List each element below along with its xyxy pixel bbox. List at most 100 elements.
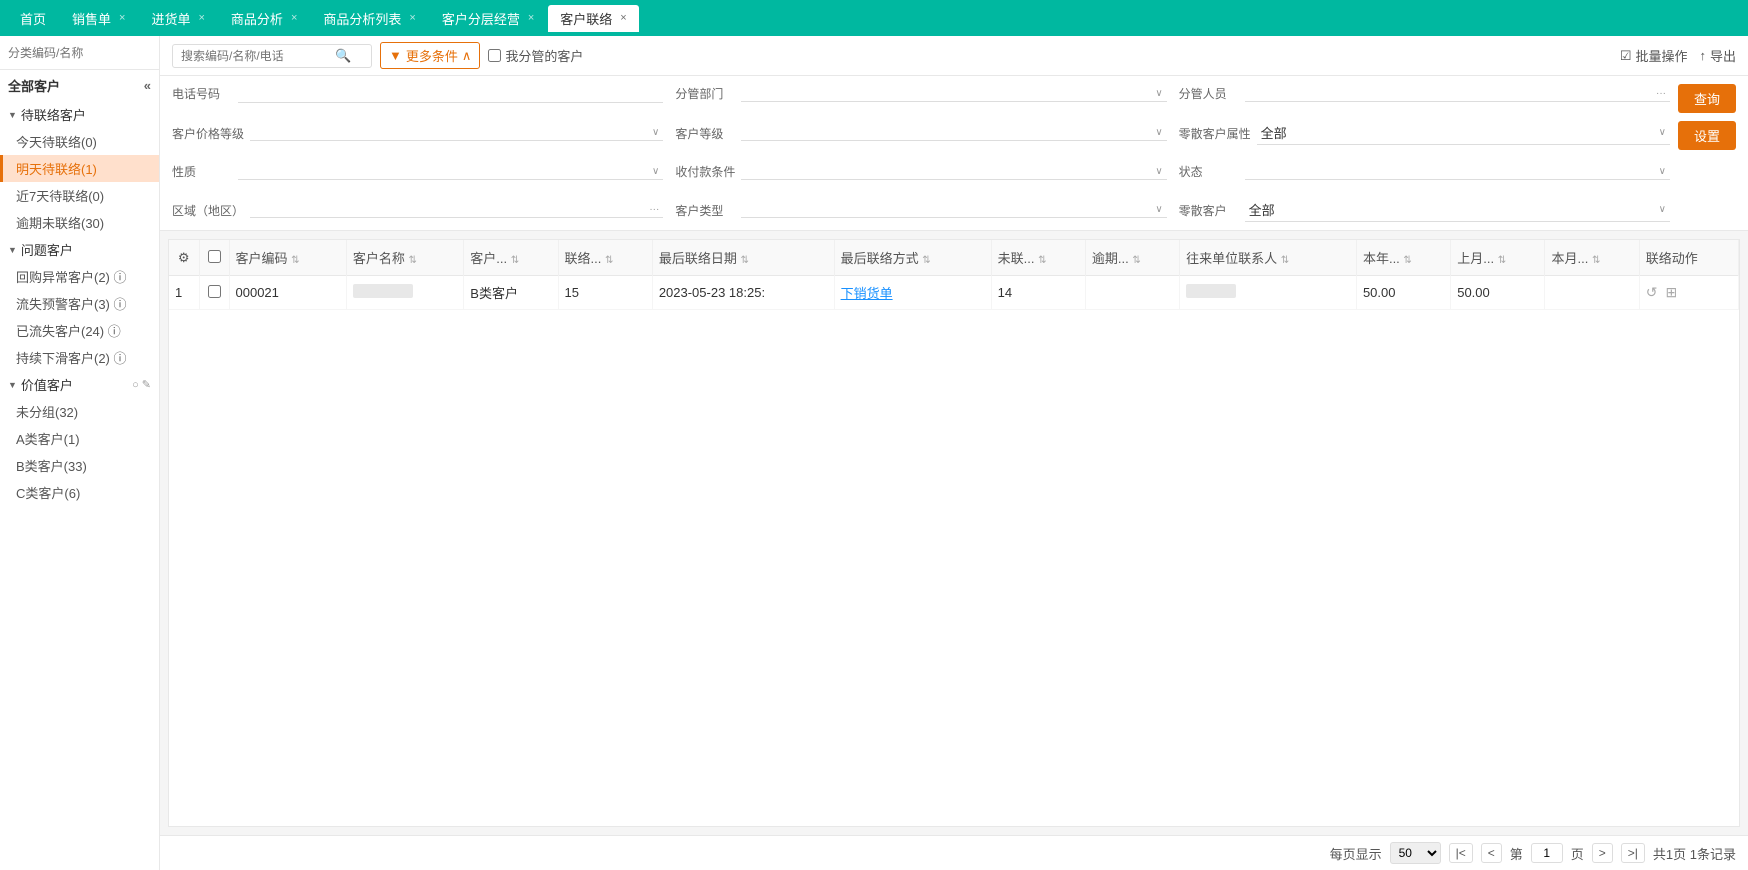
more-conditions-button[interactable]: ▼ 更多条件 ∧ <box>380 42 480 69</box>
batch-operation-button[interactable]: ☑ 批量操作 <box>1620 46 1688 65</box>
filter-status: 状态 ∨ <box>1179 163 1670 180</box>
cell-last-method[interactable]: 下销货单 <box>834 276 991 310</box>
close-analysis-tab-icon[interactable]: × <box>291 12 297 24</box>
retail-customer-select[interactable]: 全部 ∨ <box>1245 198 1670 222</box>
content-area: 🔍 ▼ 更多条件 ∧ 我分管的客户 ☑ 批量操作 ↑ 导出 <box>160 36 1748 870</box>
main-layout: 🔍 全部客户 « 待联络客户 今天待联络(0) 明天待联络(1) 近7天待联络(… <box>0 36 1748 870</box>
area-select[interactable]: ··· <box>250 202 663 218</box>
nature-arrow: ∨ <box>652 166 659 177</box>
sidebar-item-7day-pending[interactable]: 近7天待联络(0) <box>0 182 159 209</box>
person-select[interactable]: ··· <box>1245 86 1670 102</box>
col-code[interactable]: 客户编码 ⇅ <box>229 240 346 276</box>
cell-type: B类客户 <box>464 276 558 310</box>
col-last-month[interactable]: 上月... ⇅ <box>1451 240 1545 276</box>
table-footer: 每页显示 50 100 200 |< < 第 页 > >| 共1页 1条记录 <box>160 835 1748 870</box>
retail-attr-select[interactable]: 全部 ∨ <box>1257 121 1670 145</box>
nav-tab-analysis[interactable]: 商品分析 × <box>219 5 309 32</box>
per-page-select[interactable]: 50 100 200 <box>1390 842 1441 864</box>
select-all-checkbox[interactable] <box>208 250 221 263</box>
col-checkbox-header[interactable] <box>199 240 229 276</box>
filter-row-4: 区域（地区） ··· 客户类型 ∨ <box>172 198 1670 222</box>
sidebar-group-pending[interactable]: 待联络客户 <box>0 101 159 128</box>
sidebar-item-class-c[interactable]: C类客户(6) <box>0 479 159 506</box>
col-not-contacted[interactable]: 未联... ⇅ <box>991 240 1085 276</box>
settings-button[interactable]: 设置 <box>1678 121 1736 150</box>
col-type[interactable]: 客户... ⇅ <box>464 240 558 276</box>
price-level-label: 客户价格等级 <box>172 125 244 142</box>
sidebar-item-churned[interactable]: 已流失客户(24) ⓘ <box>0 317 159 344</box>
nav-tab-purchase[interactable]: 进货单 × <box>139 5 216 32</box>
search-input[interactable] <box>181 49 331 63</box>
per-page-label: 每页显示 <box>1330 844 1382 863</box>
nav-tab-customer-contact[interactable]: 客户联络 × <box>548 5 638 32</box>
my-customers-check[interactable] <box>488 49 501 62</box>
page-number-input[interactable] <box>1531 843 1563 863</box>
nav-tab-analysis-list[interactable]: 商品分析列表 × <box>311 5 427 32</box>
filter-row-1: 电话号码 分管部门 ∨ 分管人员 <box>172 84 1670 103</box>
col-name[interactable]: 客户名称 ⇅ <box>346 240 463 276</box>
query-button[interactable]: 查询 <box>1678 84 1736 113</box>
search-container: 🔍 <box>172 44 372 68</box>
sidebar-item-ungrouped[interactable]: 未分组(32) <box>0 398 159 425</box>
sidebar-item-overdue-pending[interactable]: 逾期未联络(30) <box>0 209 159 236</box>
col-overdue[interactable]: 逾期... ⇅ <box>1085 240 1179 276</box>
cell-not-contacted: 14 <box>991 276 1085 310</box>
phone-input[interactable] <box>238 84 663 103</box>
customer-level-select[interactable]: ∨ <box>741 125 1166 141</box>
area-label: 区域（地区） <box>172 202 244 219</box>
refresh-action-icon[interactable]: ↺ <box>1646 284 1658 301</box>
next-page-button[interactable]: > <box>1592 843 1613 863</box>
sidebar-group-value[interactable]: 价值客户 ○ ✎ <box>0 371 159 398</box>
price-level-arrow: ∨ <box>652 127 659 138</box>
col-settings[interactable]: ⚙ <box>169 240 199 276</box>
last-page-button[interactable]: >| <box>1621 843 1645 863</box>
sidebar-item-tomorrow-pending[interactable]: 明天待联络(1) <box>0 155 159 182</box>
sidebar-all-customers[interactable]: 全部客户 « <box>0 70 159 101</box>
top-navigation: 首页 销售单 × 进货单 × 商品分析 × 商品分析列表 × 客户分层经营 × … <box>0 0 1748 36</box>
filter-price-level: 客户价格等级 ∨ <box>172 125 663 142</box>
col-this-year[interactable]: 本年... ⇅ <box>1356 240 1450 276</box>
nav-tab-sales[interactable]: 销售单 × <box>60 5 137 32</box>
col-contact[interactable]: 联络... ⇅ <box>558 240 652 276</box>
sidebar-item-class-b[interactable]: B类客户(33) <box>0 452 159 479</box>
price-level-select[interactable]: ∨ <box>250 125 663 141</box>
export-icon: ↑ <box>1699 48 1706 63</box>
close-analysis-list-tab-icon[interactable]: × <box>409 12 415 24</box>
sidebar-collapse-icon[interactable]: « <box>144 78 151 93</box>
sidebar-item-churn-warning[interactable]: 流失预警客户(3) ⓘ <box>0 290 159 317</box>
sidebar-search-input[interactable] <box>8 46 160 60</box>
sidebar-item-class-a[interactable]: A类客户(1) <box>0 425 159 452</box>
sidebar-item-today-pending[interactable]: 今天待联络(0) <box>0 128 159 155</box>
nav-home[interactable]: 首页 <box>8 5 58 32</box>
sidebar-group-problem[interactable]: 问题客户 <box>0 236 159 263</box>
grid-action-icon[interactable]: ⊞ <box>1665 284 1677 301</box>
first-page-button[interactable]: |< <box>1449 843 1473 863</box>
cell-checkbox[interactable] <box>199 276 229 310</box>
close-purchase-tab-icon[interactable]: × <box>198 12 204 24</box>
sidebar-item-declining[interactable]: 持续下滑客户(2) ⓘ <box>0 344 159 371</box>
close-customer-contact-tab-icon[interactable]: × <box>620 12 626 24</box>
status-select[interactable]: ∨ <box>1245 164 1670 180</box>
filter-icon: ▼ <box>389 48 402 63</box>
nature-select[interactable]: ∨ <box>238 164 663 180</box>
dept-select[interactable]: ∨ <box>741 86 1166 102</box>
filter-customer-level: 客户等级 ∨ <box>675 125 1166 142</box>
col-last-date[interactable]: 最后联络日期 ⇅ <box>652 240 834 276</box>
prev-page-button[interactable]: < <box>1481 843 1502 863</box>
sidebar-item-repurchase-abnormal[interactable]: 回购异常客户(2) ⓘ <box>0 263 159 290</box>
payment-select[interactable]: ∨ <box>741 164 1166 180</box>
close-customer-tier-tab-icon[interactable]: × <box>528 12 534 24</box>
export-button[interactable]: ↑ 导出 <box>1699 46 1736 65</box>
col-last-method[interactable]: 最后联络方式 ⇅ <box>834 240 991 276</box>
customer-type-select[interactable]: ∨ <box>741 202 1166 218</box>
search-icon[interactable]: 🔍 <box>335 48 351 64</box>
my-customers-checkbox[interactable]: 我分管的客户 <box>488 46 583 65</box>
area-arrow: ··· <box>649 204 659 215</box>
close-sales-tab-icon[interactable]: × <box>119 12 125 24</box>
nav-tab-customer-tier[interactable]: 客户分层经营 × <box>430 5 546 32</box>
filter-bar: 🔍 ▼ 更多条件 ∧ 我分管的客户 ☑ 批量操作 ↑ 导出 <box>160 36 1748 76</box>
col-this-month[interactable]: 本月... ⇅ <box>1545 240 1639 276</box>
row-checkbox[interactable] <box>208 285 221 298</box>
filter-retail-customer: 零散客户 全部 ∨ <box>1179 198 1670 222</box>
col-unit-contact[interactable]: 往来单位联系人 ⇅ <box>1180 240 1357 276</box>
